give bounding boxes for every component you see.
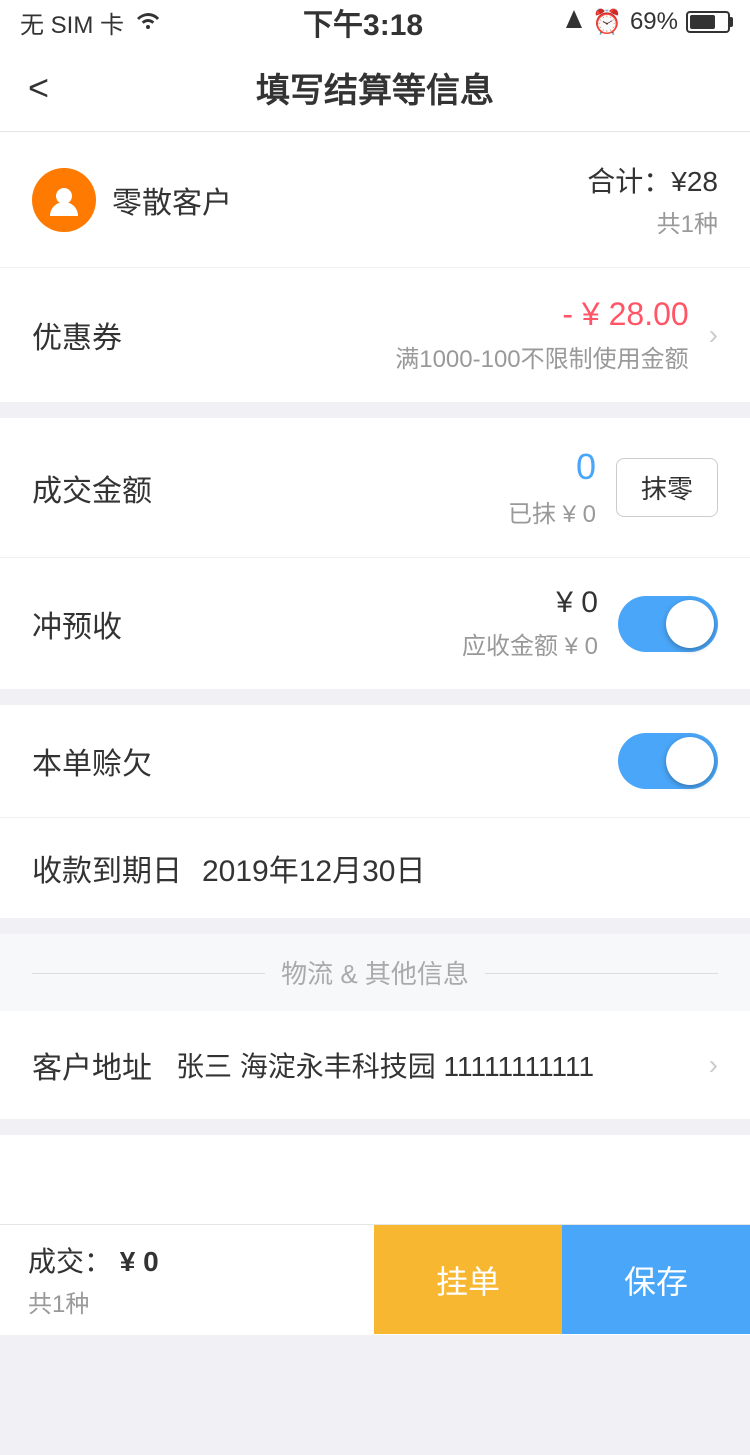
credit-toggle[interactable] (618, 733, 718, 789)
bottom-summary: 成交： ¥ 0 共1种 (0, 1225, 374, 1334)
deal-right: 0 已抹 ¥ 0 抹零 (508, 446, 718, 529)
bottom-summary-count: 共1种 (28, 1284, 346, 1319)
credit-label: 本单赊欠 (32, 739, 152, 783)
prepay-value: ¥ 0 (462, 586, 598, 620)
status-time: 下午3:18 (303, 0, 423, 44)
customer-left: 零散客户 (32, 168, 232, 232)
address-label: 客户地址 (32, 1043, 152, 1087)
prepay-toggle[interactable] (618, 596, 718, 652)
status-right: ⏰ 69% (564, 8, 730, 37)
address-row[interactable]: 客户地址 张三 海淀永丰科技园 11111111111 › (0, 1011, 750, 1119)
address-chevron-icon: › (709, 1049, 718, 1081)
customer-right: 合计：¥28 共1种 (587, 160, 718, 239)
deal-value-wrap: 0 已抹 ¥ 0 (508, 446, 596, 529)
carrier-label: 无 SIM 卡 (20, 5, 124, 40)
credit-row: 本单赊欠 (0, 705, 750, 817)
customer-total: 合计：¥28 (587, 160, 718, 200)
deal-row: 成交金额 0 已抹 ¥ 0 抹零 (0, 418, 750, 557)
due-date-label: 收款到期日 (32, 846, 182, 890)
coupon-row[interactable]: 优惠券 - ¥ 28.00 满1000-100不限制使用金额 › (0, 267, 750, 402)
customer-count: 共1种 (587, 204, 718, 239)
due-date-row: 收款到期日 2019年12月30日 (0, 817, 750, 918)
battery-fill (690, 15, 715, 29)
avatar (32, 168, 96, 232)
customer-section: 零散客户 合计：¥28 共1种 优惠券 - ¥ 28.00 满1000-100不… (0, 132, 750, 402)
prepay-info: ¥ 0 应收金额 ¥ 0 (462, 586, 598, 661)
wifi-icon (134, 8, 162, 36)
bottom-summary-line1: 成交： ¥ 0 (28, 1240, 346, 1280)
prepay-right: ¥ 0 应收金额 ¥ 0 (462, 586, 718, 661)
battery-bar (686, 11, 730, 33)
bottom-bar: 成交： ¥ 0 共1种 挂单 保存 (0, 1224, 750, 1334)
summary-amount: ¥ 0 (120, 1246, 159, 1277)
customer-name: 零散客户 (112, 178, 232, 222)
summary-label: 成交： (28, 1246, 112, 1277)
battery-percent: 69% (630, 8, 678, 36)
logistics-section: 物流 & 其他信息 客户地址 张三 海淀永丰科技园 11111111111 › (0, 934, 750, 1119)
save-button[interactable]: 保存 (562, 1225, 750, 1334)
coupon-subtext: 满1000-100不限制使用金额 (395, 339, 688, 374)
credit-section: 本单赊欠 收款到期日 2019年12月30日 (0, 705, 750, 918)
deal-section: 成交金额 0 已抹 ¥ 0 抹零 冲预收 ¥ 0 应收金额 ¥ 0 (0, 418, 750, 689)
toggle-knob (666, 600, 714, 648)
coupon-chevron-icon: › (709, 319, 718, 351)
hold-button[interactable]: 挂单 (374, 1225, 562, 1334)
coupon-label: 优惠券 (32, 313, 122, 357)
credit-toggle-knob (666, 737, 714, 785)
location-icon (564, 8, 584, 37)
deal-label: 成交金额 (32, 466, 152, 510)
coupon-right: - ¥ 28.00 满1000-100不限制使用金额 › (395, 296, 718, 374)
back-button[interactable]: < (28, 67, 49, 109)
address-value: 张三 海淀永丰科技园 11111111111 (176, 1045, 685, 1085)
status-left: 无 SIM 卡 (20, 5, 162, 40)
coupon-info: - ¥ 28.00 满1000-100不限制使用金额 (395, 296, 688, 374)
logistics-header: 物流 & 其他信息 (0, 934, 750, 1011)
page-title: 填写结算等信息 (256, 63, 494, 112)
nav-bar: < 填写结算等信息 (0, 44, 750, 132)
coupon-discount: - ¥ 28.00 (395, 296, 688, 333)
prepay-row: 冲预收 ¥ 0 应收金额 ¥ 0 (0, 557, 750, 689)
round-off-button[interactable]: 抹零 (616, 458, 718, 517)
status-bar: 无 SIM 卡 下午3:18 ⏰ 69% (0, 0, 750, 44)
logistics-label: 物流 & 其他信息 (265, 954, 485, 991)
deal-value: 0 (508, 446, 596, 488)
prepay-subtext: 应收金额 ¥ 0 (462, 626, 598, 661)
customer-row: 零散客户 合计：¥28 共1种 (0, 132, 750, 267)
deal-subtext: 已抹 ¥ 0 (508, 494, 596, 529)
alarm-icon: ⏰ (592, 8, 622, 37)
due-date-value: 2019年12月30日 (202, 846, 425, 890)
prepay-label: 冲预收 (32, 602, 122, 646)
